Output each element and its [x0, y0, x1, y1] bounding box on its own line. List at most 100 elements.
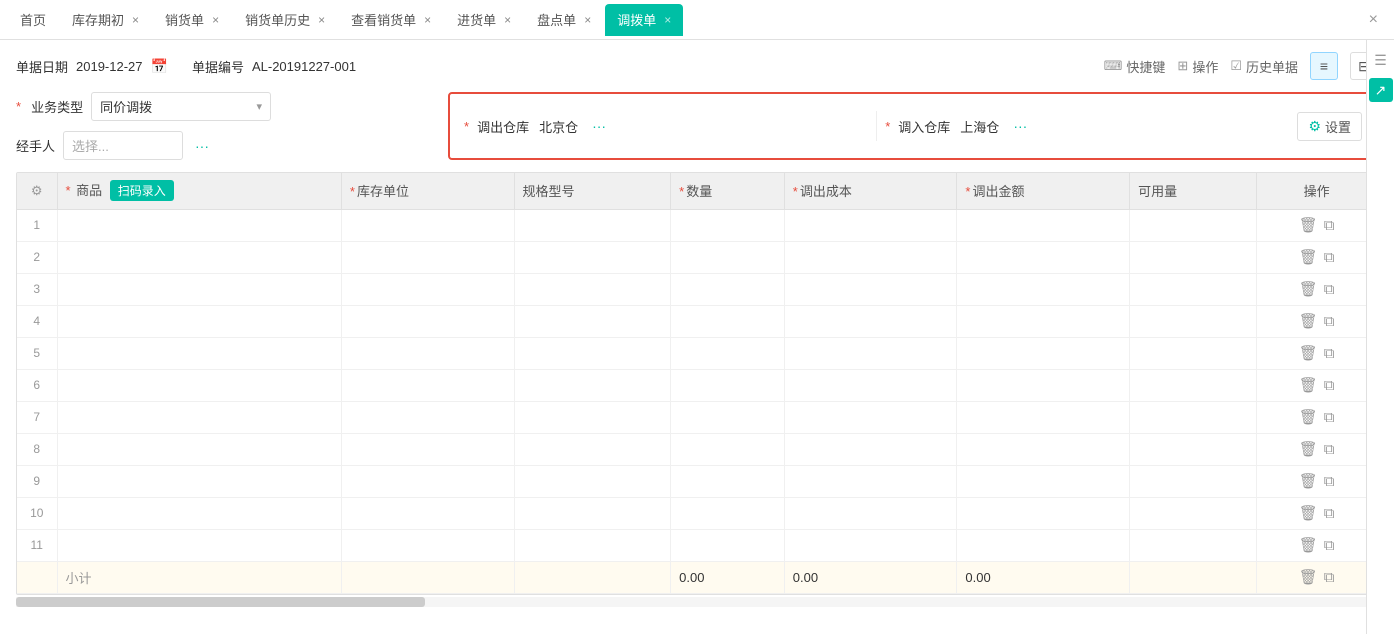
row-cost-5[interactable] [784, 337, 957, 369]
row-cost-7[interactable] [784, 401, 957, 433]
row-available-7[interactable] [1130, 401, 1257, 433]
subtotal-delete-btn[interactable]: 🗑 [1299, 568, 1318, 586]
row-available-8[interactable] [1130, 433, 1257, 465]
horizontal-scrollbar[interactable] [16, 597, 1378, 607]
row-cost-6[interactable] [784, 369, 957, 401]
sidebar-export-icon[interactable]: ↗ [1369, 78, 1393, 102]
row-amount-5[interactable] [957, 337, 1130, 369]
row-spec-6[interactable] [514, 369, 671, 401]
warehouse-out-more-btn[interactable]: ··· [592, 118, 606, 134]
tab-view-sales[interactable]: 查看销货单 × [339, 4, 443, 36]
row-spec-8[interactable] [514, 433, 671, 465]
row-cost-11[interactable] [784, 529, 957, 561]
row-qty-11[interactable] [671, 529, 785, 561]
row-product-2[interactable] [57, 241, 341, 273]
delete-row-btn-9[interactable]: 🗑 [1299, 472, 1318, 490]
row-available-10[interactable] [1130, 497, 1257, 529]
row-available-3[interactable] [1130, 273, 1257, 305]
row-qty-9[interactable] [671, 465, 785, 497]
row-available-2[interactable] [1130, 241, 1257, 273]
row-qty-3[interactable] [671, 273, 785, 305]
list-view-btn[interactable]: ≡ [1310, 52, 1338, 80]
row-cost-9[interactable] [784, 465, 957, 497]
delete-row-btn-7[interactable]: 🗑 [1299, 408, 1318, 426]
row-amount-2[interactable] [957, 241, 1130, 273]
tab-inventory-init[interactable]: 库存期初 × [60, 4, 151, 36]
tab-bar-close-btn[interactable]: × [1361, 7, 1386, 33]
business-type-select[interactable]: 同价调拨 ▾ [91, 92, 271, 121]
row-product-7[interactable] [57, 401, 341, 433]
row-unit-9[interactable] [341, 465, 514, 497]
tab-stocktake[interactable]: 盘点单 × [525, 4, 603, 36]
row-unit-8[interactable] [341, 433, 514, 465]
row-product-9[interactable] [57, 465, 341, 497]
row-available-6[interactable] [1130, 369, 1257, 401]
row-available-4[interactable] [1130, 305, 1257, 337]
delete-row-btn-3[interactable]: 🗑 [1299, 280, 1318, 298]
copy-row-btn-4[interactable]: ⧉ [1324, 313, 1335, 330]
row-spec-4[interactable] [514, 305, 671, 337]
row-product-3[interactable] [57, 273, 341, 305]
row-unit-4[interactable] [341, 305, 514, 337]
row-unit-11[interactable] [341, 529, 514, 561]
close-view-sales[interactable]: × [424, 13, 431, 27]
copy-row-btn-6[interactable]: ⧉ [1324, 377, 1335, 394]
row-qty-1[interactable] [671, 209, 785, 241]
copy-row-btn-1[interactable]: ⧉ [1324, 217, 1335, 234]
delete-row-btn-10[interactable]: 🗑 [1299, 504, 1318, 522]
warehouse-in-more-btn[interactable]: ··· [1013, 118, 1027, 134]
row-cost-3[interactable] [784, 273, 957, 305]
row-amount-8[interactable] [957, 433, 1130, 465]
row-cost-2[interactable] [784, 241, 957, 273]
handler-more-btn[interactable]: ··· [195, 138, 209, 154]
row-amount-9[interactable] [957, 465, 1130, 497]
row-amount-1[interactable] [957, 209, 1130, 241]
row-unit-7[interactable] [341, 401, 514, 433]
copy-row-btn-2[interactable]: ⧉ [1324, 249, 1335, 266]
history-btn[interactable]: ☑ 历史单据 [1230, 57, 1298, 76]
tab-purchase-order[interactable]: 进货单 × [445, 4, 523, 36]
close-stocktake[interactable]: × [584, 13, 591, 27]
close-inventory-init[interactable]: × [132, 13, 139, 27]
row-qty-7[interactable] [671, 401, 785, 433]
copy-row-btn-5[interactable]: ⧉ [1324, 345, 1335, 362]
close-transfer[interactable]: × [664, 13, 671, 27]
row-cost-8[interactable] [784, 433, 957, 465]
row-qty-10[interactable] [671, 497, 785, 529]
row-spec-11[interactable] [514, 529, 671, 561]
scrollbar-thumb[interactable] [16, 597, 425, 607]
row-unit-3[interactable] [341, 273, 514, 305]
tab-sales-history[interactable]: 销货单历史 × [233, 4, 337, 36]
scan-barcode-btn[interactable]: 扫码录入 [110, 180, 174, 201]
delete-row-btn-11[interactable]: 🗑 [1299, 536, 1318, 554]
row-spec-1[interactable] [514, 209, 671, 241]
row-cost-4[interactable] [784, 305, 957, 337]
row-amount-6[interactable] [957, 369, 1130, 401]
row-spec-10[interactable] [514, 497, 671, 529]
delete-row-btn-4[interactable]: 🗑 [1299, 312, 1318, 330]
row-amount-3[interactable] [957, 273, 1130, 305]
copy-row-btn-11[interactable]: ⧉ [1324, 537, 1335, 554]
copy-row-btn-8[interactable]: ⧉ [1324, 441, 1335, 458]
shortcuts-btn[interactable]: ⌨ 快捷键 [1104, 57, 1166, 76]
row-unit-6[interactable] [341, 369, 514, 401]
copy-row-btn-3[interactable]: ⧉ [1324, 281, 1335, 298]
copy-row-btn-7[interactable]: ⧉ [1324, 409, 1335, 426]
row-amount-11[interactable] [957, 529, 1130, 561]
row-product-4[interactable] [57, 305, 341, 337]
row-qty-8[interactable] [671, 433, 785, 465]
delete-row-btn-2[interactable]: 🗑 [1299, 248, 1318, 266]
sidebar-list-icon[interactable]: ☰ [1369, 48, 1393, 72]
calendar-icon[interactable]: 📅 [151, 58, 168, 75]
tab-home[interactable]: 首页 [8, 4, 58, 36]
delete-row-btn-6[interactable]: 🗑 [1299, 376, 1318, 394]
row-available-1[interactable] [1130, 209, 1257, 241]
row-product-11[interactable] [57, 529, 341, 561]
close-purchase-order[interactable]: × [504, 13, 511, 27]
tab-transfer[interactable]: 调拨单 × [605, 4, 683, 36]
delete-row-btn-1[interactable]: 🗑 [1299, 216, 1318, 234]
operations-btn[interactable]: ⊞ 操作 [1177, 57, 1218, 76]
row-product-6[interactable] [57, 369, 341, 401]
row-product-10[interactable] [57, 497, 341, 529]
subtotal-copy-btn[interactable]: ⧉ [1324, 569, 1335, 586]
